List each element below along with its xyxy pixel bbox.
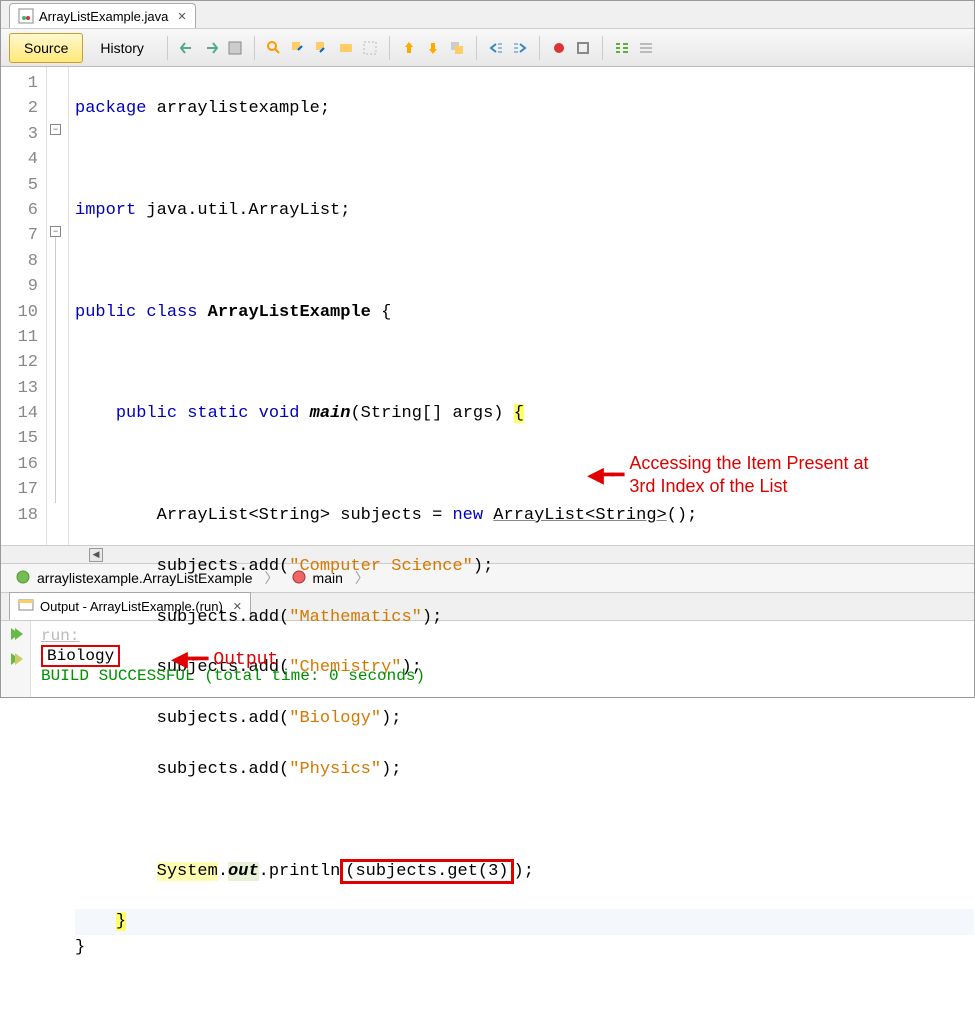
indent-right-icon[interactable]	[509, 37, 531, 59]
line-number: 12	[1, 350, 38, 375]
uncomment-icon[interactable]	[635, 37, 657, 59]
duplicate-icon[interactable]	[446, 37, 468, 59]
annotation-accessing: ◀━━ Accessing the Item Present at3rd Ind…	[587, 452, 869, 499]
back-icon[interactable]	[176, 37, 198, 59]
line-number: 1	[1, 71, 38, 96]
line-number: 6	[1, 198, 38, 223]
select-icon[interactable]	[359, 37, 381, 59]
line-number: 11	[1, 325, 38, 350]
class-icon	[15, 569, 31, 588]
line-number: 9	[1, 274, 38, 299]
line-number: 16	[1, 452, 38, 477]
fold-column: − −	[47, 67, 69, 545]
line-number: 4	[1, 147, 38, 172]
output-window-icon	[18, 597, 34, 616]
fold-toggle-icon[interactable]: −	[50, 226, 61, 237]
arrow-left-icon: ◀━━	[587, 462, 621, 488]
line-number: 2	[1, 96, 38, 121]
shift-up-icon[interactable]	[398, 37, 420, 59]
stop-macro-icon[interactable]	[572, 37, 594, 59]
output-panel: run: Biology BUILD SUCCESSFUL (total tim…	[1, 621, 974, 697]
save-icon[interactable]	[224, 37, 246, 59]
line-number: 5	[1, 173, 38, 198]
output-gutter	[1, 621, 31, 697]
line-number: 3	[1, 122, 38, 147]
file-tab-bar: ArrayListExample.java ✕	[1, 1, 974, 29]
output-console[interactable]: run: Biology BUILD SUCCESSFUL (total tim…	[31, 621, 974, 697]
source-tab[interactable]: Source	[9, 33, 83, 63]
highlight-icon[interactable]	[335, 37, 357, 59]
line-number-gutter: 1 2 3 4 5 6 7 8 9 10 11 12 13 14 15 16 1…	[1, 67, 47, 545]
close-icon[interactable]: ✕	[177, 10, 186, 23]
line-number: 8	[1, 249, 38, 274]
fold-toggle-icon[interactable]: −	[50, 124, 61, 135]
forward-icon[interactable]	[200, 37, 222, 59]
annotation-output: ◀━━ Output	[171, 647, 278, 673]
line-number: 13	[1, 376, 38, 401]
history-tab[interactable]: History	[85, 33, 159, 63]
editor-toolbar: Source History	[1, 29, 974, 67]
find-next-icon[interactable]	[311, 37, 333, 59]
shift-down-icon[interactable]	[422, 37, 444, 59]
record-macro-icon[interactable]	[548, 37, 570, 59]
indent-left-icon[interactable]	[485, 37, 507, 59]
line-number: 18	[1, 503, 38, 528]
output-highlight-box: Biology	[41, 645, 120, 667]
code-editor[interactable]: 1 2 3 4 5 6 7 8 9 10 11 12 13 14 15 16 1…	[1, 67, 974, 545]
rerun-icon[interactable]	[7, 625, 25, 646]
run-icon[interactable]	[7, 650, 25, 671]
arrow-left-icon: ◀━━	[171, 647, 205, 673]
line-number: 7	[1, 223, 38, 248]
file-tab-label: ArrayListExample.java	[39, 9, 168, 24]
java-file-icon	[18, 8, 34, 24]
line-number: 14	[1, 401, 38, 426]
find-icon[interactable]	[263, 37, 285, 59]
line-number: 17	[1, 477, 38, 502]
file-tab[interactable]: ArrayListExample.java ✕	[9, 3, 196, 28]
find-prev-icon[interactable]	[287, 37, 309, 59]
line-number: 10	[1, 300, 38, 325]
comment-icon[interactable]	[611, 37, 633, 59]
highlighted-code-box: (subjects.get(3)	[340, 859, 513, 884]
line-number: 15	[1, 426, 38, 451]
